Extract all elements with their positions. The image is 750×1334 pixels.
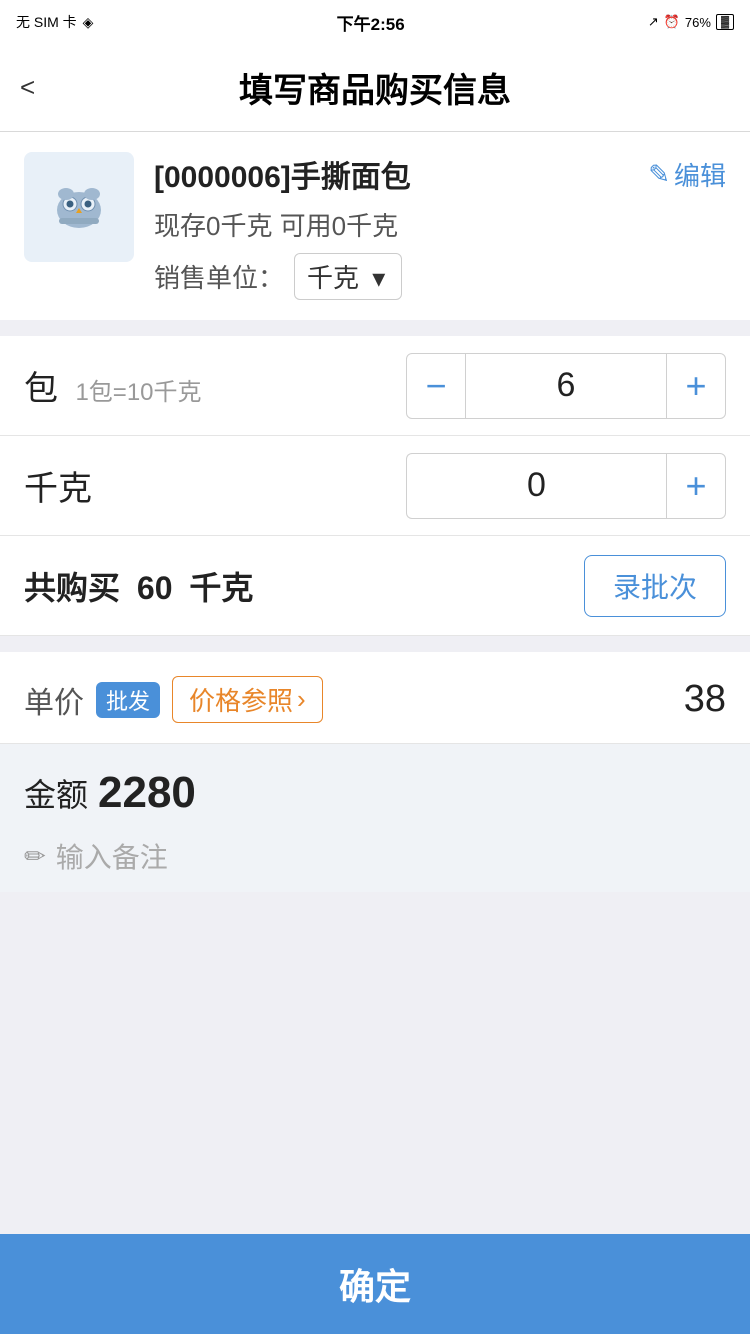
nav-bar: < 填写商品购买信息: [0, 44, 750, 132]
kilogram-row: 千克 +: [0, 436, 750, 536]
kilogram-qty-control: +: [406, 453, 726, 519]
chevron-right-icon: ›: [297, 684, 306, 715]
kilogram-plus-button[interactable]: +: [666, 453, 726, 519]
package-plus-button[interactable]: +: [666, 353, 726, 419]
total-row: 共购买 60 千克 录批次: [0, 536, 750, 636]
price-row: 单价 批发 价格参照 › 38: [24, 676, 726, 723]
price-reference-button[interactable]: 价格参照 ›: [172, 676, 323, 723]
package-minus-button[interactable]: −: [406, 353, 466, 419]
plus-icon: +: [685, 365, 706, 407]
product-thumbnail: [24, 152, 134, 262]
status-right: ↗ ⏰ 76% ▓: [648, 14, 734, 30]
kilogram-label: 千克: [24, 461, 406, 510]
remark-row[interactable]: ✏ 输入备注: [24, 836, 726, 876]
wifi-icon: ◈: [83, 14, 94, 31]
back-icon: <: [20, 72, 35, 102]
status-left: 无 SIM 卡 ◈: [16, 12, 93, 32]
gray-fill-area: [0, 892, 750, 1292]
battery-icon: ▓: [716, 14, 734, 30]
product-stock: 现存0千克 可用0千克: [154, 206, 726, 243]
package-row: 包 1包=10千克 − +: [0, 336, 750, 436]
product-info: [0000006]手撕面包 ✎ 编辑 现存0千克 可用0千克 销售单位： 千克 …: [154, 152, 726, 300]
product-name: [0000006]手撕面包: [154, 152, 411, 196]
price-section: 单价 批发 价格参照 › 38: [0, 652, 750, 744]
total-text: 共购买 60 千克: [24, 563, 253, 609]
amount-value: 2280: [98, 768, 196, 818]
dropdown-arrow-icon: ▾: [372, 263, 385, 293]
owl-logo-icon: [44, 180, 114, 235]
product-unit-row: 销售单位： 千克 ▾: [154, 253, 726, 300]
alarm-icon: ⏰: [664, 14, 680, 30]
confirm-button[interactable]: 确定: [0, 1234, 750, 1334]
edit-icon: ✎: [648, 159, 670, 190]
kilogram-qty-input[interactable]: [406, 453, 666, 519]
product-section: [0000006]手撕面包 ✎ 编辑 现存0千克 可用0千克 销售单位： 千克 …: [0, 132, 750, 320]
minus-icon: −: [425, 365, 446, 407]
package-qty-control: − +: [406, 353, 726, 419]
total-amount: 60: [137, 570, 173, 606]
batch-badge: 批发: [96, 682, 160, 718]
status-time: 下午2:56: [337, 10, 405, 35]
unit-dropdown[interactable]: 千克 ▾: [294, 253, 402, 300]
amount-label: 金额: [24, 770, 88, 816]
edit-button[interactable]: ✎ 编辑: [648, 156, 726, 193]
price-label: 单价: [24, 678, 84, 722]
quantity-section: 包 1包=10千克 − + 千克 + 共购买 60 千克 录批次: [0, 336, 750, 636]
price-value: 38: [684, 678, 726, 721]
amount-section: 金额 2280 ✏ 输入备注: [0, 744, 750, 892]
package-qty-input[interactable]: [466, 353, 666, 419]
package-sublabel: 1包=10千克: [75, 379, 201, 406]
amount-row: 金额 2280: [24, 768, 726, 818]
pencil-icon: ✏: [24, 841, 46, 872]
status-bar: 无 SIM 卡 ◈ 下午2:56 ↗ ⏰ 76% ▓: [0, 0, 750, 44]
price-label-group: 单价 批发 价格参照 ›: [24, 676, 323, 723]
location-icon: ↗: [648, 14, 659, 30]
record-batch-button[interactable]: 录批次: [584, 555, 726, 617]
page-title: 填写商品购买信息: [239, 63, 511, 112]
back-button[interactable]: <: [20, 72, 35, 103]
plus-icon-kg: +: [685, 465, 706, 507]
battery-text: 76%: [685, 15, 711, 30]
section-divider-1: [0, 636, 750, 652]
remark-input[interactable]: 输入备注: [56, 836, 168, 876]
unit-label: 销售单位：: [154, 258, 284, 295]
package-label: 包 1包=10千克: [24, 361, 406, 410]
no-sim-text: 无 SIM 卡: [16, 12, 77, 32]
